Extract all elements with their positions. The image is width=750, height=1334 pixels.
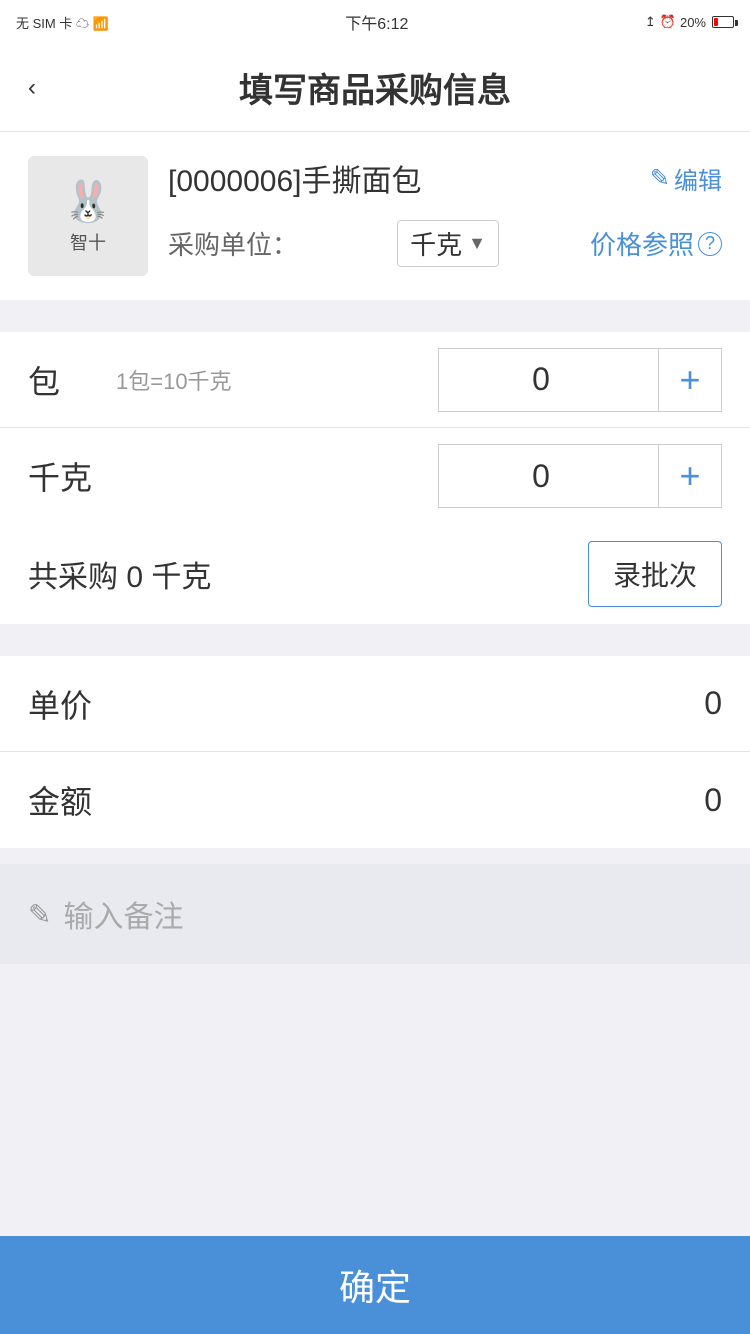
pack-label: 包: [28, 357, 108, 403]
pencil-icon: ✎: [28, 898, 51, 931]
back-button[interactable]: ‹: [28, 74, 36, 102]
status-left: 无 SIM 卡 ☁ 📶: [16, 13, 109, 32]
edit-icon: ✎: [650, 164, 670, 193]
status-time: 下午6:12: [345, 10, 408, 34]
amount-label: 金额: [28, 777, 92, 823]
product-owl-label: 智十: [70, 229, 106, 255]
pack-quantity-input[interactable]: [438, 348, 658, 412]
pack-sub-label: 1包=10千克: [116, 364, 438, 396]
dropdown-arrow-icon: ▼: [468, 233, 486, 254]
purchase-unit-label: 采购单位：: [168, 225, 298, 262]
confirm-label: 确定: [339, 1259, 411, 1311]
nav-bar: ‹ 填写商品采购信息: [0, 44, 750, 132]
product-info: [0000006]手撕面包 ✎ 编辑 采购单位： 千克 ▼ 价格参照 ?: [168, 156, 722, 267]
total-text: 共采购 0 千克: [28, 552, 211, 596]
section-divider-2: [0, 640, 750, 656]
pack-input-row: 包 1包=10千克 +: [0, 332, 750, 428]
record-batch-button[interactable]: 录批次: [588, 541, 722, 607]
kg-plus-button[interactable]: +: [658, 444, 722, 508]
kg-input-row: 千克 +: [0, 428, 750, 524]
product-card: 🐰 智十 [0000006]手撕面包 ✎ 编辑 采购单位： 千克 ▼ 价格参照 …: [0, 132, 750, 300]
price-section: 单价 0 金额 0: [0, 656, 750, 848]
price-reference-button[interactable]: 价格参照 ?: [590, 225, 722, 262]
confirm-button[interactable]: 确定: [0, 1236, 750, 1334]
kg-field-wrapper: +: [438, 444, 722, 508]
pack-plus-button[interactable]: +: [658, 348, 722, 412]
page-title: 填写商品采购信息: [239, 63, 511, 112]
product-name: [0000006]手撕面包: [168, 156, 421, 200]
amount-row: 金额 0: [0, 752, 750, 848]
unit-price-label: 单价: [28, 681, 92, 727]
status-bar: 无 SIM 卡 ☁ 📶 下午6:12 ↥ ⏰ 20%: [0, 0, 750, 44]
unit-price-row: 单价 0: [0, 656, 750, 752]
battery-icon: [712, 16, 734, 28]
pack-field-wrapper: +: [438, 348, 722, 412]
total-section: 共采购 0 千克 录批次: [0, 524, 750, 624]
amount-value: 0: [704, 782, 722, 819]
location-icon: ↥: [645, 14, 656, 30]
status-right: ↥ ⏰ 20%: [645, 14, 734, 30]
info-icon: ?: [698, 232, 722, 256]
alarm-icon: ⏰: [660, 14, 676, 30]
input-section: 包 1包=10千克 + 千克 +: [0, 332, 750, 524]
edit-button[interactable]: ✎ 编辑: [650, 161, 722, 196]
product-owl-icon: 🐰: [63, 178, 113, 225]
section-divider-1: [0, 316, 750, 332]
remarks-section[interactable]: ✎ 输入备注: [0, 864, 750, 964]
bottom-space: [0, 964, 750, 1164]
remarks-placeholder: 输入备注: [63, 892, 183, 936]
unit-price-value: 0: [704, 685, 722, 722]
product-thumbnail: 🐰 智十: [28, 156, 148, 276]
kg-label: 千克: [28, 453, 108, 499]
unit-selector[interactable]: 千克 ▼: [397, 220, 499, 267]
battery-percent: 20%: [680, 15, 706, 30]
kg-quantity-input[interactable]: [438, 444, 658, 508]
